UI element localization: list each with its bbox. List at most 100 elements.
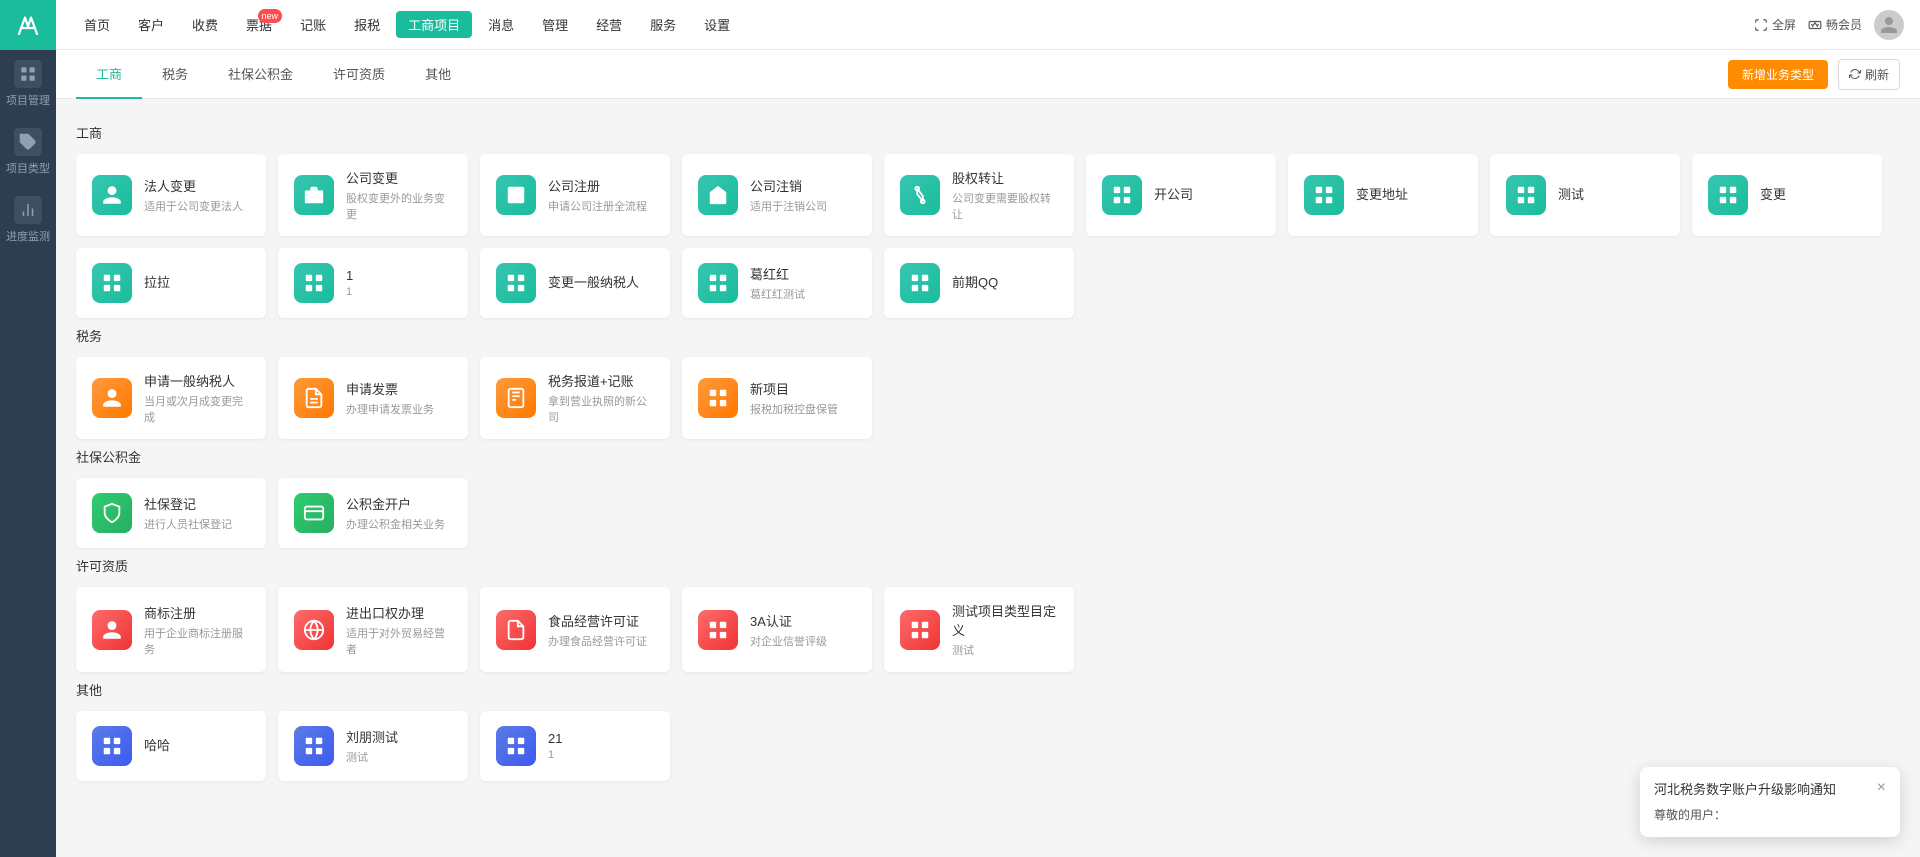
card-title: 开公司 xyxy=(1154,184,1260,203)
nav-tax[interactable]: 报税 xyxy=(342,11,392,38)
invoice-badge: new xyxy=(258,9,283,23)
card-desc: 测试 xyxy=(346,749,452,765)
card-food-license[interactable]: 食品经营许可证 办理食品经营许可证 xyxy=(480,587,670,672)
sidebar-item-project-mgmt[interactable]: 项目管理 xyxy=(0,50,56,118)
card-new-project[interactable]: 新项目 报税加税控盘保管 xyxy=(682,357,872,439)
nav-manage[interactable]: 管理 xyxy=(530,11,580,38)
card-open-company[interactable]: 开公司 xyxy=(1086,154,1276,236)
card-icon-apply-taxpayer xyxy=(92,378,132,418)
card-one[interactable]: 1 1 xyxy=(278,248,468,318)
nav-service[interactable]: 服务 xyxy=(638,11,688,38)
card-desc: 适用于注销公司 xyxy=(750,198,856,214)
card-tax-report-account[interactable]: 税务报道+记账 拿到营业执照的新公司 xyxy=(480,357,670,439)
avatar-icon xyxy=(1879,15,1899,35)
sidebar-item-progress-monitor[interactable]: 进度监测 xyxy=(0,186,56,254)
card-desc: 当月或次月成变更完成 xyxy=(144,393,250,425)
nav-home[interactable]: 首页 xyxy=(72,11,122,38)
card-aaa-cert[interactable]: 3A认证 对企业信誉评级 xyxy=(682,587,872,672)
card-title: 公司变更 xyxy=(346,168,452,187)
sidebar-item-project-type[interactable]: 项目类型 xyxy=(0,118,56,186)
card-title: 法人变更 xyxy=(144,176,250,195)
nav-accounting[interactable]: 记账 xyxy=(288,11,338,38)
card-trademark-reg[interactable]: 商标注册 用于企业商标注册服务 xyxy=(76,587,266,672)
card-title: 进出口权办理 xyxy=(346,603,452,622)
sidebar-logo[interactable] xyxy=(0,0,56,50)
nav-invoice[interactable]: 票据 new xyxy=(234,11,284,38)
card-text-test: 测试 xyxy=(1558,184,1664,206)
card-title: 商标注册 xyxy=(144,603,250,622)
card-icon-gehonghong xyxy=(698,263,738,303)
nav-message[interactable]: 消息 xyxy=(476,11,526,38)
card-text-legal-change: 法人变更 适用于公司变更法人 xyxy=(144,176,250,214)
nav-billing[interactable]: 收费 xyxy=(180,11,230,38)
card-lala[interactable]: 拉拉 xyxy=(76,248,266,318)
card-liupeng-test[interactable]: 刘朋测试 测试 xyxy=(278,711,468,781)
card-icon-legal-change xyxy=(92,175,132,215)
card-icon-import-export xyxy=(294,610,334,650)
fullscreen-btn[interactable]: 全屏 xyxy=(1754,16,1796,33)
card-gehonghong[interactable]: 葛红红 葛红红测试 xyxy=(682,248,872,318)
vip-btn[interactable]: 畅会员 xyxy=(1808,16,1862,33)
card-desc: 股权变更外的业务变更 xyxy=(346,190,452,222)
cards-grid-xuke: 商标注册 用于企业商标注册服务 进出口权办理 适用于对外贸易经营者 xyxy=(76,587,1900,672)
card-desc: 办理食品经营许可证 xyxy=(548,633,654,649)
card-apply-taxpayer[interactable]: 申请一般纳税人 当月或次月成变更完成 xyxy=(76,357,266,439)
card-desc: 公司变更需要股权转让 xyxy=(952,190,1058,222)
card-change-taxpayer[interactable]: 变更一般纳税人 xyxy=(480,248,670,318)
card-icon-open-company xyxy=(1102,175,1142,215)
nav-customer[interactable]: 客户 xyxy=(126,11,176,38)
nav-bizproject[interactable]: 工商项目 xyxy=(396,11,472,38)
card-social-reg[interactable]: 社保登记 进行人员社保登记 xyxy=(76,478,266,548)
section-title-gongshang: 工商 xyxy=(76,123,1900,142)
card-import-export[interactable]: 进出口权办理 适用于对外贸易经营者 xyxy=(278,587,468,672)
card-apply-invoice[interactable]: 申请发票 办理申请发票业务 xyxy=(278,357,468,439)
card-desc: 对企业信誉评级 xyxy=(750,633,856,649)
card-change[interactable]: 变更 xyxy=(1692,154,1882,236)
tab-social[interactable]: 社保公积金 xyxy=(208,50,313,99)
refresh-button[interactable]: 刷新 xyxy=(1838,59,1900,90)
card-change-address[interactable]: 变更地址 xyxy=(1288,154,1478,236)
new-type-button[interactable]: 新增业务类型 xyxy=(1728,60,1828,89)
card-title: 变更地址 xyxy=(1356,184,1462,203)
tab-other[interactable]: 其他 xyxy=(405,50,471,99)
card-company-reg[interactable]: 公司注册 申请公司注册全流程 xyxy=(480,154,670,236)
card-icon-food-license xyxy=(496,610,536,650)
card-text-change-taxpayer: 变更一般纳税人 xyxy=(548,272,654,294)
card-text-front-qq: 前期QQ xyxy=(952,272,1058,294)
nav-settings[interactable]: 设置 xyxy=(692,11,742,38)
card-twentyone[interactable]: 21 1 xyxy=(480,711,670,781)
tab-tax[interactable]: 税务 xyxy=(142,50,208,99)
card-company-cancel[interactable]: 公司注销 适用于注销公司 xyxy=(682,154,872,236)
card-title: 变更一般纳税人 xyxy=(548,272,654,291)
card-fund-open[interactable]: 公积金开户 办理公积金相关业务 xyxy=(278,478,468,548)
card-text-twentyone: 21 1 xyxy=(548,731,654,761)
sidebar: 项目管理 项目类型 进度监测 xyxy=(0,0,56,857)
card-title: 变更 xyxy=(1760,184,1866,203)
card-icon-change-address xyxy=(1304,175,1344,215)
card-title: 1 xyxy=(346,268,452,283)
notif-close-button[interactable]: × xyxy=(1877,779,1886,797)
tab-biz[interactable]: 工商 xyxy=(76,50,142,99)
section-title-xuke: 许可资质 xyxy=(76,556,1900,575)
card-test[interactable]: 测试 xyxy=(1490,154,1680,236)
card-desc: 用于企业商标注册服务 xyxy=(144,625,250,657)
tab-license[interactable]: 许可资质 xyxy=(313,50,405,99)
card-test-type-def[interactable]: 测试项目类型目定义 测试 xyxy=(884,587,1074,672)
card-text-company-reg: 公司注册 申请公司注册全流程 xyxy=(548,176,654,214)
sidebar-item-label: 项目管理 xyxy=(6,92,50,108)
card-legal-change[interactable]: 法人变更 适用于公司变更法人 xyxy=(76,154,266,236)
card-text-gehonghong: 葛红红 葛红红测试 xyxy=(750,264,856,302)
vip-icon xyxy=(1808,18,1822,32)
card-text-one: 1 1 xyxy=(346,268,452,298)
avatar[interactable] xyxy=(1874,10,1904,40)
nav-operation[interactable]: 经营 xyxy=(584,11,634,38)
tabs-bar-right: 新增业务类型 刷新 xyxy=(1728,59,1900,90)
card-equity-transfer[interactable]: 股权转让 公司变更需要股权转让 xyxy=(884,154,1074,236)
card-desc: 1 xyxy=(548,749,654,761)
card-front-qq[interactable]: 前期QQ xyxy=(884,248,1074,318)
card-company-change[interactable]: 公司变更 股权变更外的业务变更 xyxy=(278,154,468,236)
page-content: 工商 法人变更 适用于公司变更法人 公司变更 xyxy=(56,99,1920,805)
card-haha[interactable]: 哈哈 xyxy=(76,711,266,781)
card-title: 测试 xyxy=(1558,184,1664,203)
sidebar-item-label: 进度监测 xyxy=(6,228,50,244)
